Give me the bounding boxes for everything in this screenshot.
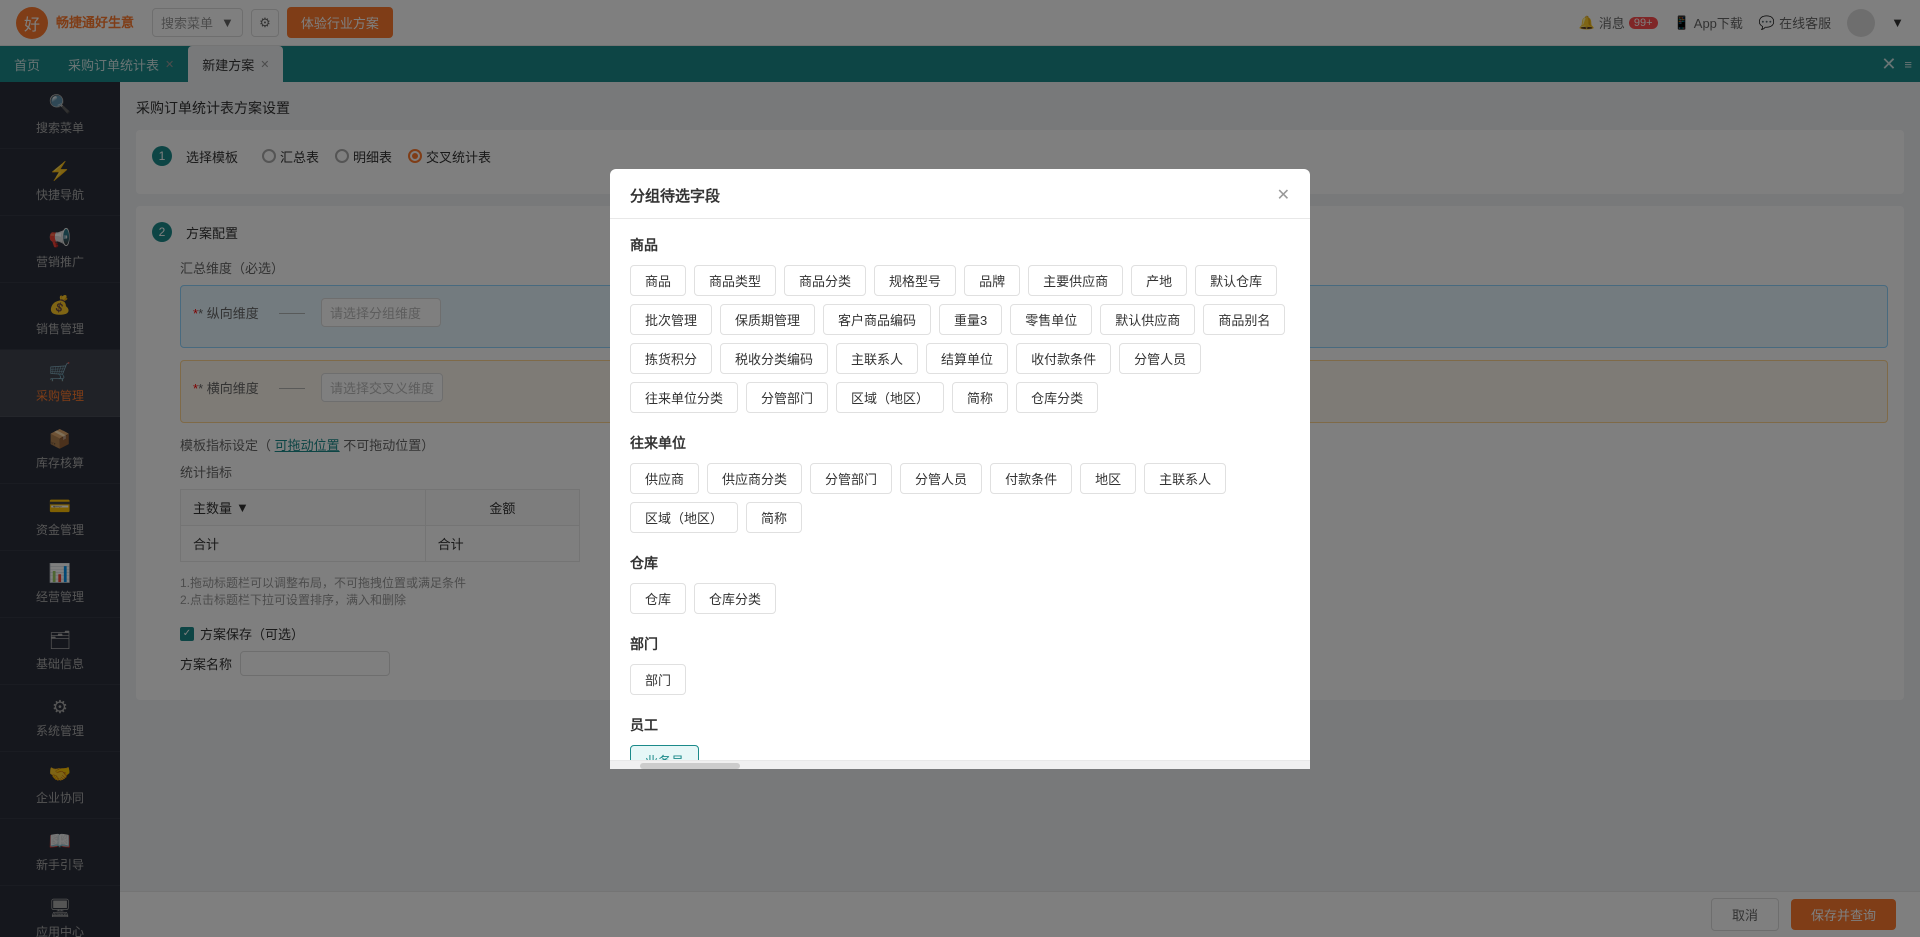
field-tag-0-6[interactable]: 产地 xyxy=(1131,265,1187,296)
modal-section-2: 仓库仓库仓库分类 xyxy=(630,553,1290,614)
field-tag-0-8[interactable]: 批次管理 xyxy=(630,304,712,335)
field-tag-0-22[interactable]: 分管部门 xyxy=(746,382,828,413)
field-tag-4-0[interactable]: 业务员 xyxy=(630,745,699,761)
section-title-4: 员工 xyxy=(630,715,1290,735)
modal-section-0: 商品商品商品类型商品分类规格型号品牌主要供应商产地默认仓库批次管理保质期管理客户… xyxy=(630,235,1290,413)
field-tag-0-16[interactable]: 税收分类编码 xyxy=(720,343,828,374)
field-tag-0-20[interactable]: 分管人员 xyxy=(1119,343,1201,374)
field-tag-0-7[interactable]: 默认仓库 xyxy=(1195,265,1277,296)
modal-scroll-thumb xyxy=(640,763,740,769)
field-tag-1-2[interactable]: 分管部门 xyxy=(810,463,892,494)
section-title-2: 仓库 xyxy=(630,553,1290,573)
field-tag-1-6[interactable]: 主联系人 xyxy=(1144,463,1226,494)
field-tag-1-1[interactable]: 供应商分类 xyxy=(707,463,802,494)
field-tag-1-3[interactable]: 分管人员 xyxy=(900,463,982,494)
field-tag-0-1[interactable]: 商品类型 xyxy=(694,265,776,296)
field-tag-2-0[interactable]: 仓库 xyxy=(630,583,686,614)
field-tag-0-10[interactable]: 客户商品编码 xyxy=(823,304,931,335)
field-tag-0-12[interactable]: 零售单位 xyxy=(1010,304,1092,335)
field-tag-0-13[interactable]: 默认供应商 xyxy=(1100,304,1195,335)
section-title-3: 部门 xyxy=(630,634,1290,654)
field-tag-1-0[interactable]: 供应商 xyxy=(630,463,699,494)
field-tag-0-9[interactable]: 保质期管理 xyxy=(720,304,815,335)
modal-header: 分组待选字段 ✕ xyxy=(610,169,1310,219)
field-tags-4: 业务员 xyxy=(630,745,1290,761)
modal-dialog: 分组待选字段 ✕ 商品商品商品类型商品分类规格型号品牌主要供应商产地默认仓库批次… xyxy=(610,169,1310,769)
modal-close-button[interactable]: ✕ xyxy=(1277,185,1290,205)
field-tag-0-3[interactable]: 规格型号 xyxy=(874,265,956,296)
field-tag-0-25[interactable]: 仓库分类 xyxy=(1016,382,1098,413)
modal-section-3: 部门部门 xyxy=(630,634,1290,695)
modal-overlay: 分组待选字段 ✕ 商品商品商品类型商品分类规格型号品牌主要供应商产地默认仓库批次… xyxy=(0,0,1920,937)
section-title-1: 往来单位 xyxy=(630,433,1290,453)
modal-title: 分组待选字段 xyxy=(630,185,720,206)
field-tag-1-7[interactable]: 区域（地区） xyxy=(630,502,738,533)
field-tag-0-24[interactable]: 简称 xyxy=(952,382,1008,413)
field-tag-0-15[interactable]: 拣货积分 xyxy=(630,343,712,374)
field-tag-0-11[interactable]: 重量3 xyxy=(939,304,1002,335)
field-tags-2: 仓库仓库分类 xyxy=(630,583,1290,614)
field-tags-1: 供应商供应商分类分管部门分管人员付款条件地区主联系人区域（地区） 简称 xyxy=(630,463,1290,533)
field-tag-0-4[interactable]: 品牌 xyxy=(964,265,1020,296)
field-tag-0-18[interactable]: 结算单位 xyxy=(926,343,1008,374)
section-title-0: 商品 xyxy=(630,235,1290,255)
modal-body: 商品商品商品类型商品分类规格型号品牌主要供应商产地默认仓库批次管理保质期管理客户… xyxy=(610,219,1310,761)
modal-section-1: 往来单位供应商供应商分类分管部门分管人员付款条件地区主联系人区域（地区） 简称 xyxy=(630,433,1290,533)
field-tag-3-0[interactable]: 部门 xyxy=(630,664,686,695)
field-tag-0-19[interactable]: 收付款条件 xyxy=(1016,343,1111,374)
field-tag-0-2[interactable]: 商品分类 xyxy=(784,265,866,296)
field-tag-0-21[interactable]: 往来单位分类 xyxy=(630,382,738,413)
field-tag-0-0[interactable]: 商品 xyxy=(630,265,686,296)
modal-horizontal-scrollbar[interactable] xyxy=(610,760,1310,768)
field-tag-0-23[interactable]: 区域（地区） xyxy=(836,382,944,413)
field-tag-2-1[interactable]: 仓库分类 xyxy=(694,583,776,614)
field-tag-0-17[interactable]: 主联系人 xyxy=(836,343,918,374)
field-tag-0-14[interactable]: 商品别名 xyxy=(1203,304,1285,335)
field-tag-1-8[interactable]: 简称 xyxy=(746,502,802,533)
field-tags-3: 部门 xyxy=(630,664,1290,695)
field-tags-0: 商品商品类型商品分类规格型号品牌主要供应商产地默认仓库批次管理保质期管理客户商品… xyxy=(630,265,1290,413)
modal-section-4: 员工业务员 xyxy=(630,715,1290,761)
field-tag-1-4[interactable]: 付款条件 xyxy=(990,463,1072,494)
field-tag-1-5[interactable]: 地区 xyxy=(1080,463,1136,494)
field-tag-0-5[interactable]: 主要供应商 xyxy=(1028,265,1123,296)
